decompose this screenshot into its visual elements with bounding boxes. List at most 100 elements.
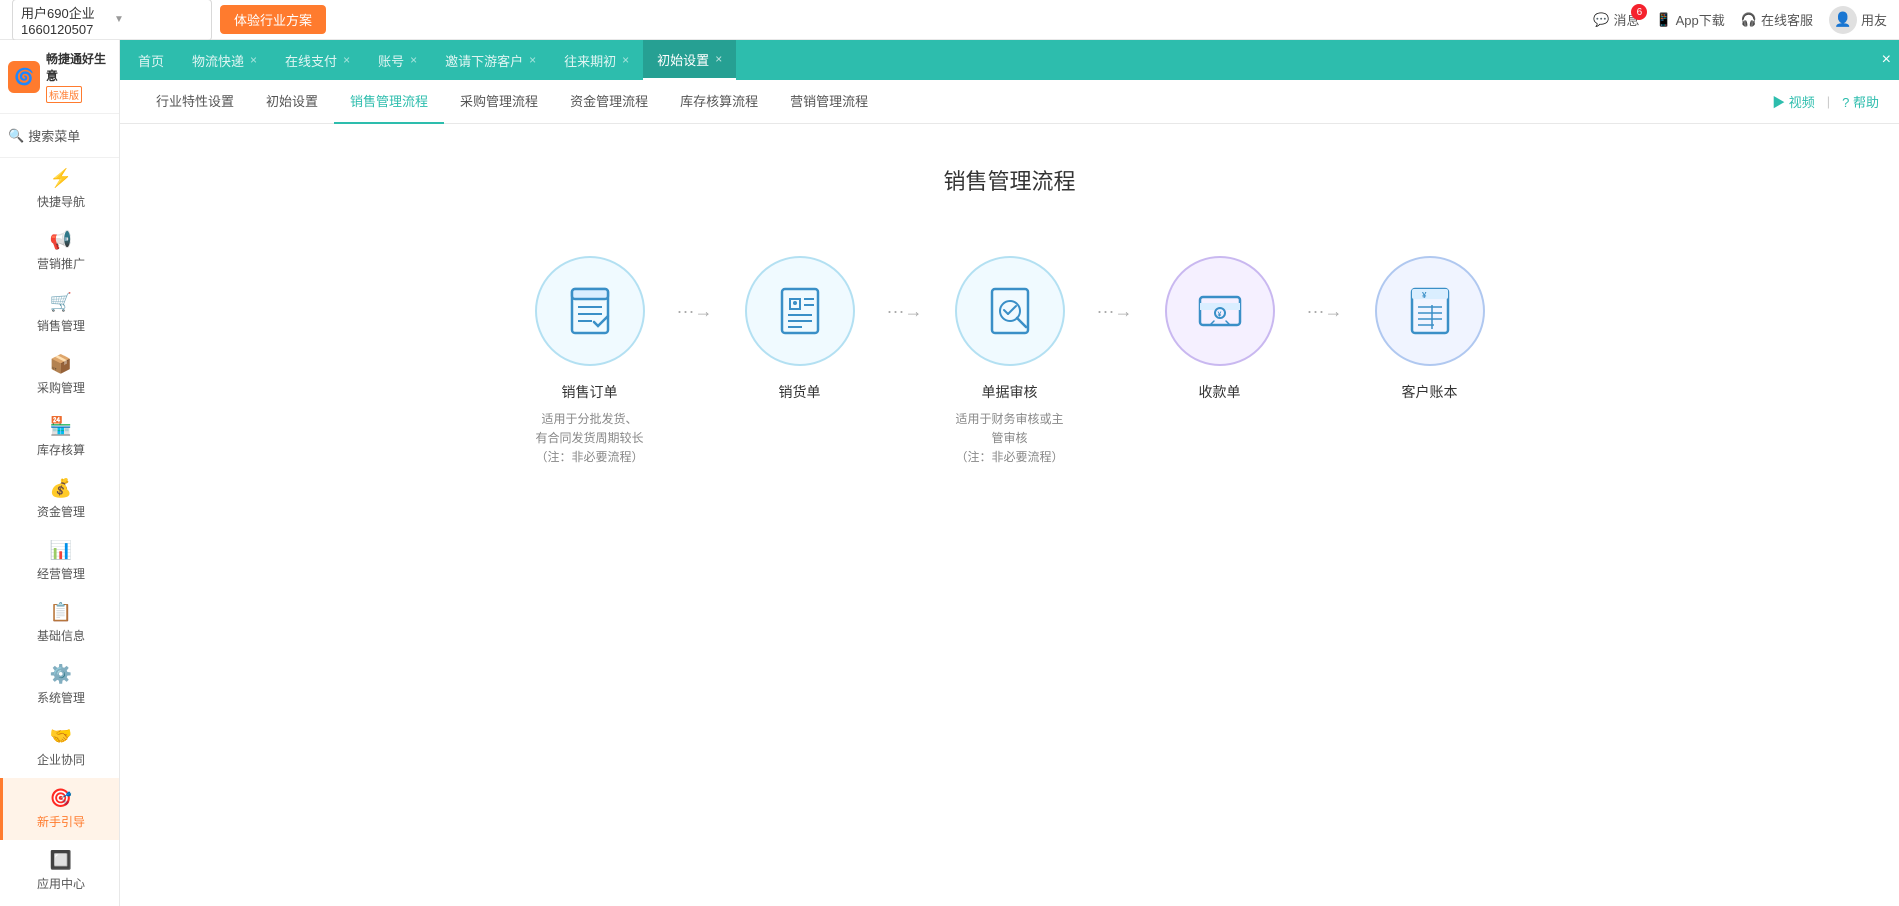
sidebar-item-xiaoshou[interactable]: 🛒 销售管理 — [0, 282, 119, 344]
msg-group[interactable]: 💬 消息 6 — [1593, 10, 1639, 29]
logo-text: 畅捷通好生意 标准版 — [46, 50, 111, 103]
step-circle-4: ¥ — [1165, 256, 1275, 366]
store-icon: 🏪 — [50, 416, 72, 437]
page-title: 销售管理流程 — [943, 164, 1075, 196]
sidebar-logo: 🌀 畅捷通好生意 标准版 — [0, 40, 119, 114]
sidebar-item-label: 快捷导航 — [37, 193, 85, 210]
step-5-name: 客户账本 — [1402, 382, 1458, 402]
flow-step-3[interactable]: 单据审核 适用于财务审核或主管审核（注：非必要流程） — [930, 256, 1090, 468]
sidebar-item-yingxiao[interactable]: 📢 营销推广 — [0, 220, 119, 282]
arrow-1: ···→ — [670, 256, 720, 322]
apps-icon: 🔲 — [50, 850, 72, 871]
flow-step-1[interactable]: 销售订单 适用于分批发货、有合同发货周期较长（注：非必要流程） — [510, 256, 670, 468]
megaphone-icon: 📢 — [50, 230, 72, 251]
tab-yaoqing-label: 邀请下游客户 — [445, 51, 523, 70]
sub-tabs: 行业特性设置 初始设置 销售管理流程 采购管理流程 资金管理流程 库存核算流程 — [120, 80, 1899, 124]
sidebar-item-zijin[interactable]: 💰 资金管理 — [0, 468, 119, 530]
sidebar-item-label: 经营管理 — [37, 565, 85, 582]
nav-tabs: 首页 物流快递 × 在线支付 × 账号 × 邀请下游客户 × 往来期初 × — [120, 40, 1899, 80]
tab-zhanghu-close[interactable]: × — [410, 53, 417, 67]
tab-home[interactable]: 首页 — [124, 40, 178, 80]
sub-tab-hangye[interactable]: 行业特性设置 — [140, 80, 250, 124]
tab-wuliu[interactable]: 物流快递 × — [178, 40, 271, 80]
app-icon: 📱 — [1655, 12, 1671, 28]
flow-steps: 销售订单 适用于分批发货、有合同发货周期较长（注：非必要流程） ···→ — [510, 256, 1510, 468]
tab-zhifu[interactable]: 在线支付 × — [271, 40, 364, 80]
tab-wanglai-label: 往来期初 — [564, 51, 616, 70]
sidebar-item-qiye[interactable]: 🤝 企业协同 — [0, 716, 119, 778]
sidebar-item-jichu[interactable]: 📋 基础信息 — [0, 592, 119, 654]
box-icon: 📦 — [50, 354, 72, 375]
question-icon: ? — [1842, 95, 1849, 110]
tab-wanglai[interactable]: 往来期初 × — [550, 40, 643, 80]
step-1-desc: 适用于分批发货、有合同发货周期较长（注：非必要流程） — [535, 410, 643, 468]
target-icon: 🎯 — [50, 788, 72, 809]
sub-tab-xiaoshou[interactable]: 销售管理流程 — [334, 80, 444, 124]
flow-step-4[interactable]: ¥ 收款单 — [1140, 256, 1300, 410]
search-label: 搜索菜单 — [28, 126, 80, 145]
close-all-tabs[interactable]: × — [1882, 51, 1891, 69]
sidebar-item-xinshou[interactable]: 🎯 新手引导 — [0, 778, 119, 840]
sub-tabs-right: ▶ 视频 | ? 帮助 — [1772, 92, 1879, 111]
cart-icon: 🛒 — [50, 292, 72, 313]
sub-tab-zijin[interactable]: 资金管理流程 — [554, 80, 664, 124]
play-icon: ▶ — [1772, 95, 1785, 110]
video-link[interactable]: ▶ 视频 — [1772, 92, 1815, 111]
tab-home-label: 首页 — [138, 51, 164, 70]
sidebar-search[interactable]: 🔍 搜索菜单 — [0, 114, 119, 158]
top-bar: 用户690企业1660120507 ▼ 体验行业方案 💬 消息 6 📱 App下… — [0, 0, 1899, 40]
order-icon — [564, 285, 616, 337]
sub-tab-chushi[interactable]: 初始设置 — [250, 80, 334, 124]
tab-chushishezhi-close[interactable]: × — [715, 52, 722, 66]
app-group[interactable]: 📱 App下载 — [1655, 10, 1724, 29]
tab-wanglai-close[interactable]: × — [622, 53, 629, 67]
tab-yaoqing[interactable]: 邀请下游客户 × — [431, 40, 550, 80]
sub-tab-zijin-label: 资金管理流程 — [570, 91, 648, 110]
sub-tab-xiaoshou-label: 销售管理流程 — [350, 91, 428, 110]
user-selector[interactable]: 用户690企业1660120507 ▼ — [12, 0, 212, 41]
sidebar-item-yingyong[interactable]: 🔲 应用中心 — [0, 840, 119, 902]
content-area: 首页 物流快递 × 在线支付 × 账号 × 邀请下游客户 × 往来期初 × — [120, 40, 1899, 906]
sidebar-item-label: 资金管理 — [37, 503, 85, 520]
tab-zhanghu[interactable]: 账号 × — [364, 40, 431, 80]
sidebar-item-kuaijie[interactable]: ⚡ 快捷导航 — [0, 158, 119, 220]
sidebar-item-xitong[interactable]: ⚙️ 系统管理 — [0, 654, 119, 716]
step-3-desc: 适用于财务审核或主管审核（注：非必要流程） — [955, 410, 1063, 468]
sub-tab-yingxiao[interactable]: 营销管理流程 — [774, 80, 884, 124]
service-group[interactable]: 🎧 在线客服 — [1741, 10, 1813, 29]
flow-step-5[interactable]: ¥ 客户账本 — [1350, 256, 1510, 410]
sidebar-item-caigou[interactable]: 📦 采购管理 — [0, 344, 119, 406]
tab-yaoqing-close[interactable]: × — [529, 53, 536, 67]
user-name: 用友 — [1861, 10, 1887, 29]
arrow-3: ···→ — [1090, 256, 1140, 322]
logo-icon: 🌀 — [8, 61, 40, 93]
flow-content: 销售管理流程 — [120, 124, 1899, 508]
logo-badge: 标准版 — [46, 86, 82, 103]
svg-text:¥: ¥ — [1422, 291, 1427, 300]
trial-button[interactable]: 体验行业方案 — [220, 5, 326, 34]
search-menu-button[interactable]: 🔍 搜索菜单 — [8, 122, 111, 149]
sidebar-item-label: 销售管理 — [37, 317, 85, 334]
sub-tab-kucun[interactable]: 库存核算流程 — [664, 80, 774, 124]
msg-icon: 💬 — [1593, 12, 1609, 28]
sidebar-item-label: 采购管理 — [37, 379, 85, 396]
sidebar-item-jingying[interactable]: 📊 经营管理 — [0, 530, 119, 592]
avatar-group[interactable]: 👤 用友 — [1829, 6, 1887, 34]
flow-step-2[interactable]: 销货单 — [720, 256, 880, 410]
sidebar-item-weixin[interactable]: 💬 企业微信 — [0, 902, 119, 906]
arrow-4: ···→ — [1300, 256, 1350, 322]
tab-wuliu-close[interactable]: × — [250, 53, 257, 67]
help-link[interactable]: ? 帮助 — [1842, 92, 1879, 111]
sidebar-item-label: 库存核算 — [37, 441, 85, 458]
tab-wuliu-label: 物流快递 — [192, 51, 244, 70]
app-label: App下载 — [1676, 10, 1725, 29]
video-label: 视频 — [1789, 95, 1815, 110]
avatar: 👤 — [1829, 6, 1857, 34]
sidebar-item-kucun[interactable]: 🏪 库存核算 — [0, 406, 119, 468]
sub-tab-chushi-label: 初始设置 — [266, 91, 318, 110]
tab-zhifu-close[interactable]: × — [343, 53, 350, 67]
sub-tab-caigou[interactable]: 采购管理流程 — [444, 80, 554, 124]
delivery-icon — [774, 285, 826, 337]
sidebar-item-label: 应用中心 — [37, 875, 85, 892]
tab-chushishezhi[interactable]: 初始设置 × — [643, 40, 736, 80]
